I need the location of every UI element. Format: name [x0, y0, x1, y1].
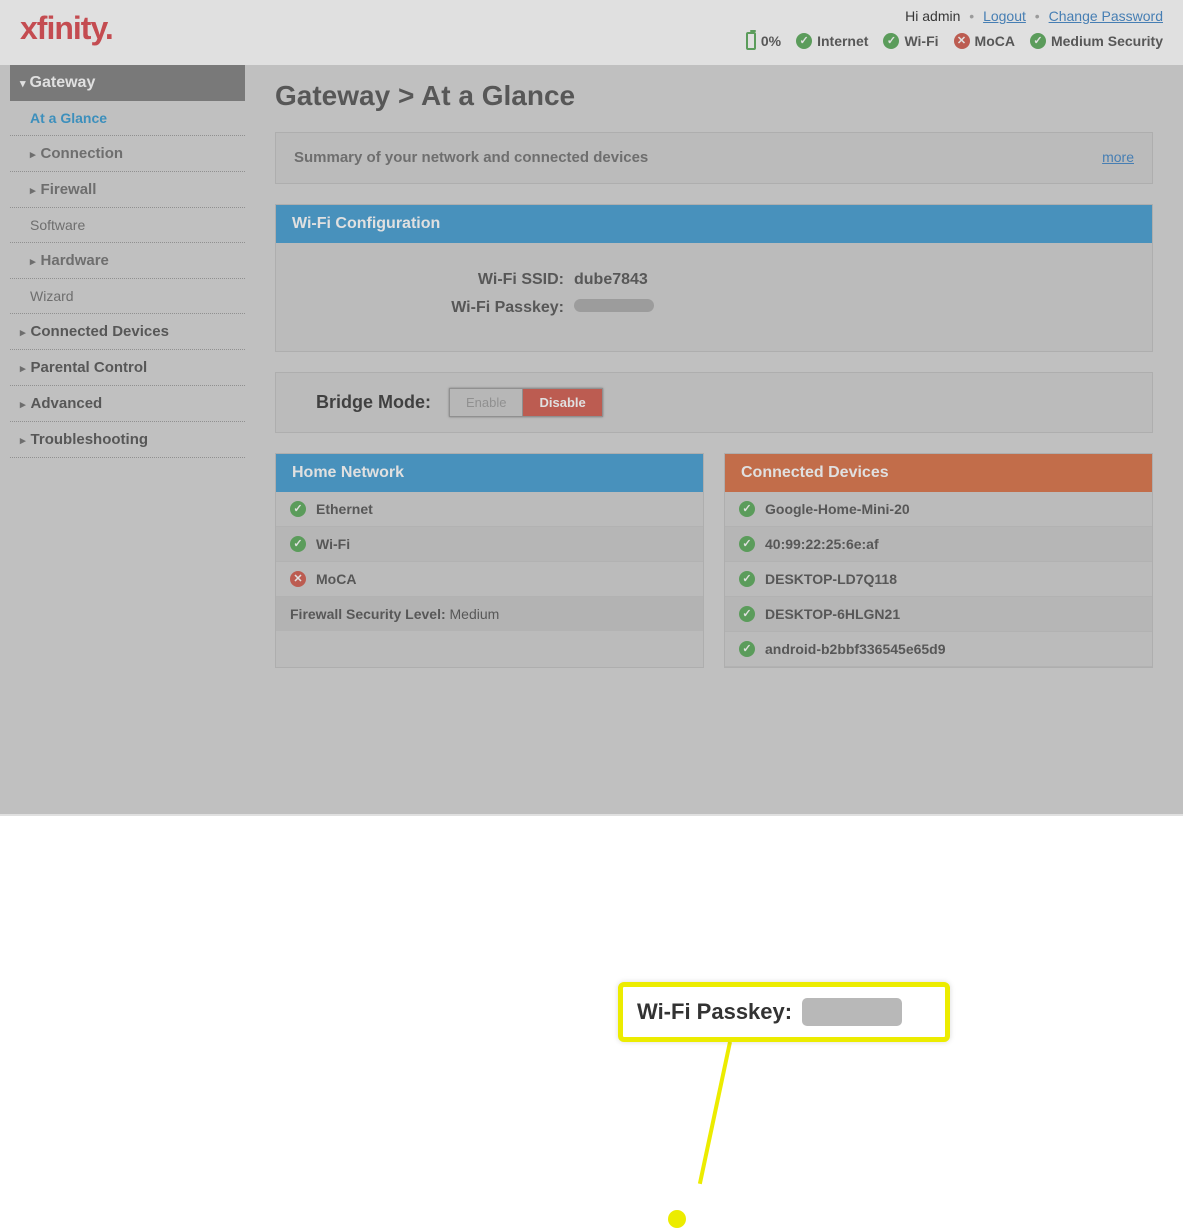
x-icon: ✕ [290, 571, 306, 587]
nav-firewall[interactable]: Firewall [10, 172, 245, 208]
sidebar: Gateway At a Glance Connection Firewall … [10, 65, 245, 814]
logout-link[interactable]: Logout [983, 8, 1026, 24]
separator: • [969, 8, 974, 24]
check-icon: ✓ [739, 501, 755, 517]
summary-text: Summary of your network and connected de… [294, 149, 648, 166]
device-row: ✓android-b2bbf336545e65d9 [725, 632, 1152, 667]
change-password-link[interactable]: Change Password [1049, 8, 1163, 24]
firewall-security-level: Firewall Security Level: Medium [276, 597, 703, 631]
connected-devices-header: Connected Devices [725, 454, 1152, 492]
check-icon: ✓ [739, 536, 755, 552]
bridge-enable-button[interactable]: Enable [450, 389, 522, 416]
greeting-text: Hi admin [905, 8, 960, 24]
nav-connection[interactable]: Connection [10, 136, 245, 172]
more-link[interactable]: more [1102, 149, 1134, 165]
nav-wizard[interactable]: Wizard [10, 279, 245, 314]
status-moca: MoCA [975, 33, 1015, 49]
wifi-passkey-redacted [574, 299, 654, 312]
check-icon: ✓ [739, 571, 755, 587]
check-icon: ✓ [290, 536, 306, 552]
check-icon: ✓ [739, 606, 755, 622]
x-icon: ✕ [954, 33, 970, 49]
check-icon: ✓ [796, 33, 812, 49]
nav-parental-control[interactable]: Parental Control [10, 350, 245, 386]
device-row: ✓DESKTOP-6HLGN21 [725, 597, 1152, 632]
battery-percent: 0% [761, 33, 781, 49]
home-network-header: Home Network [276, 454, 703, 492]
check-icon: ✓ [739, 641, 755, 657]
battery-icon [746, 32, 756, 50]
device-row: ✓Google-Home-Mini-20 [725, 492, 1152, 527]
callout-redacted [802, 998, 902, 1026]
wifi-ssid-value: dube7843 [574, 271, 648, 289]
status-wifi: Wi-Fi [904, 33, 938, 49]
bridge-disable-button[interactable]: Disable [522, 389, 601, 416]
wifi-passkey-label: Wi-Fi Passkey: [294, 299, 574, 317]
nav-hardware[interactable]: Hardware [10, 243, 245, 279]
net-item-wifi: ✓Wi-Fi [276, 527, 703, 562]
device-row: ✓DESKTOP-LD7Q118 [725, 562, 1152, 597]
status-security: Medium Security [1051, 33, 1163, 49]
nav-troubleshooting[interactable]: Troubleshooting [10, 422, 245, 458]
separator: • [1035, 8, 1040, 24]
check-icon: ✓ [1030, 33, 1046, 49]
check-icon: ✓ [883, 33, 899, 49]
nav-at-a-glance[interactable]: At a Glance [10, 101, 245, 136]
check-icon: ✓ [290, 501, 306, 517]
net-item-ethernet: ✓Ethernet [276, 492, 703, 527]
net-item-moca: ✕MoCA [276, 562, 703, 597]
nav-connected-devices[interactable]: Connected Devices [10, 314, 245, 350]
wifi-ssid-label: Wi-Fi SSID: [294, 271, 574, 289]
bridge-mode-label: Bridge Mode: [316, 392, 431, 413]
callout-dot [668, 1210, 686, 1228]
nav-software[interactable]: Software [10, 208, 245, 243]
wifi-config-header: Wi-Fi Configuration [276, 205, 1152, 243]
callout-line [698, 1042, 732, 1185]
callout-box: Wi-Fi Passkey: [618, 982, 950, 1042]
device-row: ✓40:99:22:25:6e:af [725, 527, 1152, 562]
nav-advanced[interactable]: Advanced [10, 386, 245, 422]
callout-label: Wi-Fi Passkey: [637, 999, 792, 1025]
status-internet: Internet [817, 33, 868, 49]
page-title: Gateway > At a Glance [275, 80, 1153, 112]
nav-gateway-header[interactable]: Gateway [10, 65, 245, 101]
